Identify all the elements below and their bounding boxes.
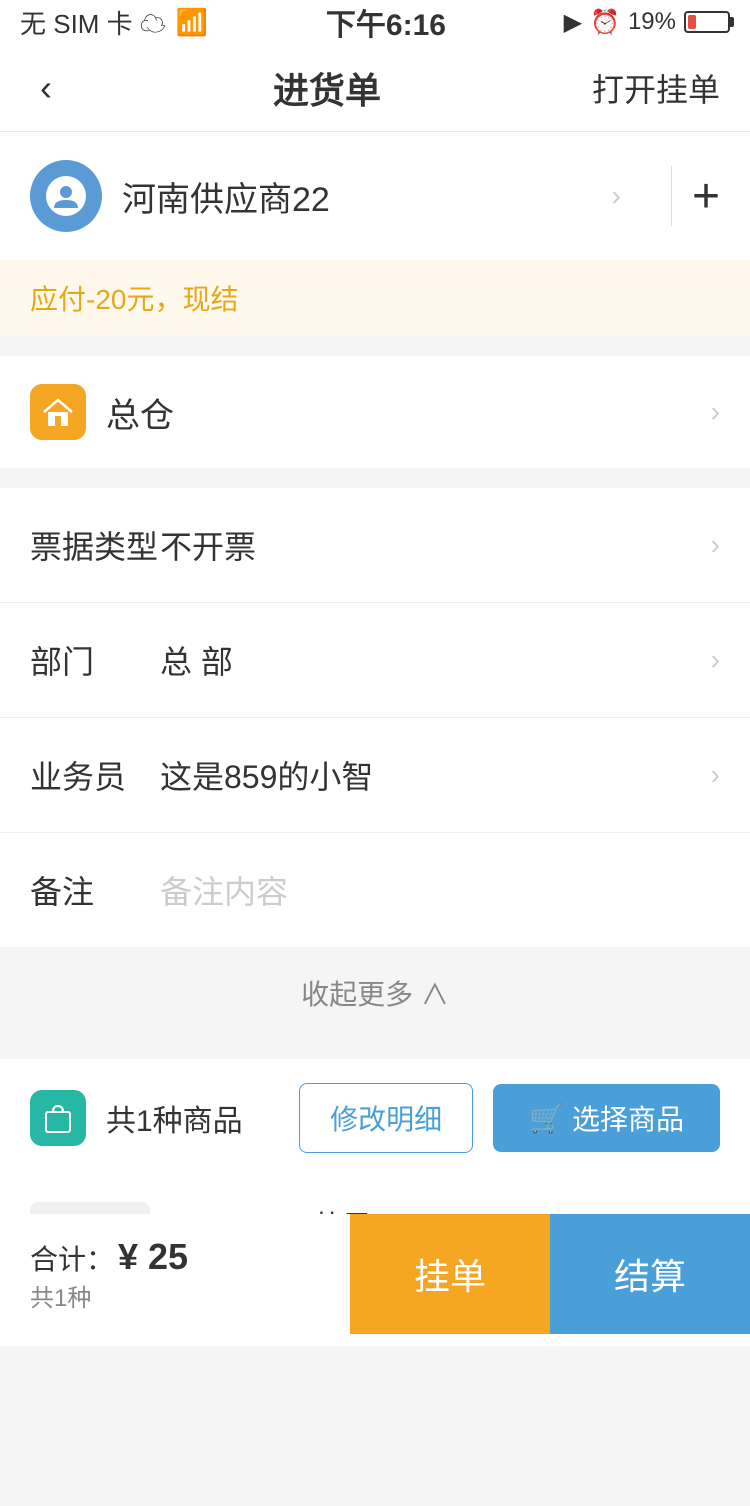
cart-icon: 🛒: [529, 1102, 564, 1135]
total-count: 共1种: [30, 1278, 320, 1313]
nav-bar: ‹ 进货单 打开挂单: [0, 44, 750, 132]
footer: 合计： ¥ 25 共1种 挂单 结算: [0, 1214, 750, 1334]
ticket-type-value: 不开票: [160, 522, 711, 568]
divider: [671, 166, 672, 226]
product-header: 共1种商品 修改明细 🛒 选择商品: [0, 1059, 750, 1177]
remark-input[interactable]: 备注内容: [160, 867, 720, 913]
supplier-avatar: [30, 160, 102, 232]
settle-button[interactable]: 结算: [550, 1214, 750, 1334]
shopping-bag-icon: [42, 1102, 74, 1134]
department-label: 部门: [30, 637, 160, 683]
battery-percent: 19%: [628, 8, 676, 36]
house-icon: [43, 398, 73, 426]
warehouse-name: 总仓: [106, 388, 711, 437]
warehouse-icon: [30, 384, 86, 440]
collapse-label: 收起更多 ∧: [301, 979, 449, 1010]
hang-button[interactable]: 挂单: [350, 1214, 550, 1334]
status-bar: 无 SIM 卡 ☁ 📶 下午6:16 ▶ ⏰ 19%: [0, 0, 750, 44]
status-bar-left: 无 SIM 卡 ☁ 📶: [20, 4, 208, 41]
warehouse-arrow-icon: ›: [711, 396, 720, 428]
salesperson-row[interactable]: 业务员 这是859的小智 ›: [0, 718, 750, 833]
battery-icon: [684, 11, 730, 33]
person-icon: [52, 182, 80, 210]
remark-row[interactable]: 备注 备注内容: [0, 833, 750, 947]
select-product-label: 选择商品: [572, 1098, 684, 1138]
department-value: 总 部: [160, 637, 711, 683]
sim-status: 无 SIM 卡 ☁: [20, 4, 166, 41]
wifi-icon: 📶: [176, 7, 208, 38]
add-supplier-button[interactable]: +: [692, 169, 720, 224]
settle-label: 结算: [614, 1248, 686, 1300]
back-button[interactable]: ‹: [30, 57, 62, 119]
select-product-button[interactable]: 🛒 选择商品: [493, 1084, 720, 1152]
warehouse-row[interactable]: 总仓 ›: [0, 356, 750, 468]
total-label: 合计：: [30, 1238, 114, 1278]
footer-total-area: 合计： ¥ 25 共1种: [0, 1214, 350, 1334]
alarm-icon: ⏰: [590, 8, 620, 37]
page-title: 进货单: [273, 62, 381, 114]
remark-label: 备注: [30, 867, 160, 913]
location-icon: ▶: [564, 8, 582, 37]
salesperson-arrow-icon: ›: [711, 759, 720, 791]
salesperson-value: 这是859的小智: [160, 752, 711, 798]
product-count-icon: [30, 1090, 86, 1146]
supplier-name: 河南供应商22: [122, 172, 612, 221]
ticket-type-arrow-icon: ›: [711, 529, 720, 561]
alert-banner: 应付-20元，现结: [0, 260, 750, 336]
open-hang-button[interactable]: 打开挂单: [592, 65, 720, 111]
collapse-row[interactable]: 收起更多 ∧: [0, 947, 750, 1039]
ticket-type-row[interactable]: 票据类型 不开票 ›: [0, 488, 750, 603]
salesperson-label: 业务员: [30, 752, 160, 798]
supplier-row[interactable]: 河南供应商22 › +: [0, 132, 750, 260]
department-row[interactable]: 部门 总 部 ›: [0, 603, 750, 718]
hang-label: 挂单: [414, 1248, 486, 1300]
ticket-type-label: 票据类型: [30, 522, 160, 568]
supplier-section: 河南供应商22 › +: [0, 132, 750, 260]
status-bar-time: 下午6:16: [326, 0, 446, 44]
form-section: 票据类型 不开票 › 部门 总 部 › 业务员 这是859的小智 › 备注 备注…: [0, 488, 750, 947]
alert-text: 应付-20元，现结: [30, 284, 238, 315]
edit-detail-button[interactable]: 修改明细: [299, 1083, 473, 1153]
supplier-arrow-icon: ›: [612, 180, 621, 212]
department-arrow-icon: ›: [711, 644, 720, 676]
total-amount: ¥ 25: [118, 1236, 188, 1278]
product-count-text: 共1种商品: [106, 1096, 279, 1140]
status-bar-right: ▶ ⏰ 19%: [564, 8, 730, 37]
